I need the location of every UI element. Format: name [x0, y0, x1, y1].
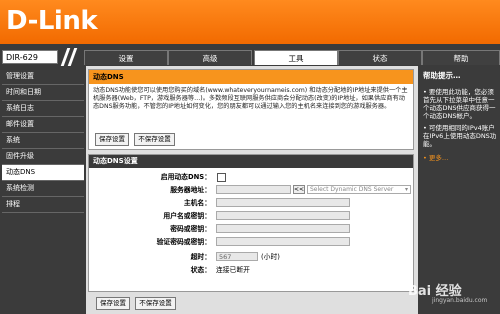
status-label: 状态： [190, 266, 211, 274]
server-address-label: 服务器地址： [170, 186, 211, 194]
sidebar-item-firmware[interactable]: 固件升级 [2, 149, 84, 165]
timeout-input[interactable]: 567 [216, 252, 258, 261]
username-input[interactable] [216, 211, 350, 220]
sidebar-item-syslog[interactable]: 系统日志 [2, 101, 84, 117]
help-title: 帮助提示… [423, 71, 461, 80]
timeout-unit: (小时) [261, 253, 280, 261]
status-value: 连接已断开 [216, 266, 250, 274]
username-label: 用户名或密钥： [163, 212, 211, 220]
tab-advanced[interactable]: 高级 [168, 50, 252, 65]
sidebar-item-time[interactable]: 时间和日期 [2, 85, 84, 101]
tab-setup[interactable]: 设置 [84, 50, 168, 65]
dlink-logo: D-Link [6, 6, 98, 36]
header-bar: D-Link [0, 0, 500, 44]
help-panel: 帮助提示… • 要使用此功能，您必须首先从下拉菜单中任意一个动态DNS供应商获得… [420, 66, 500, 314]
sidebar-item-email[interactable]: 邮件设置 [2, 117, 84, 133]
bottom-save-settings-button[interactable]: 保存设置 [96, 297, 130, 310]
verify-password-input[interactable] [216, 237, 350, 246]
chevron-down-icon: ▾ [404, 186, 408, 193]
server-address-input[interactable] [216, 185, 291, 194]
tab-status[interactable]: 状态 [338, 50, 422, 65]
model-name: DIR-629 [2, 50, 58, 64]
main-panel: 动态DNS 动态DNS功能使您可以使用您购买的域名(www.whateveryo… [86, 66, 418, 314]
baidu-watermark-url: jingyan.baidu.com [432, 297, 488, 304]
save-settings-button[interactable]: 保存设置 [95, 133, 129, 146]
host-name-input[interactable] [216, 198, 350, 207]
section-description: 动态DNS功能使您可以使用您购买的域名(www.whateveryourname… [93, 87, 408, 110]
sidebar-item-system[interactable]: 系统 [2, 133, 84, 149]
bottom-dont-save-button[interactable]: 不保存设置 [135, 297, 176, 310]
help-tip-2: • 可使用相同的IPv4账户在IPv6上使用动态DNS功能。 [423, 124, 497, 148]
sidebar: 管理设置 时间和日期 系统日志 邮件设置 系统 固件升级 动态DNS 系统检测 … [2, 69, 84, 213]
timeout-label: 超时： [190, 253, 211, 261]
ddns-settings-section: 动态DNS设置 启用动态DNS： 服务器地址： << Select Dynami… [88, 154, 414, 292]
tab-help[interactable]: 帮助 [422, 50, 500, 65]
settings-title: 动态DNS设置 [89, 155, 413, 168]
tab-tools[interactable]: 工具 [254, 50, 338, 65]
enable-ddns-checkbox[interactable] [217, 173, 226, 182]
password-input[interactable] [216, 224, 350, 233]
copy-server-button[interactable]: << [293, 185, 305, 194]
host-name-label: 主机名： [183, 199, 211, 207]
ddns-intro-section: 动态DNS 动态DNS功能使您可以使用您购买的域名(www.whateveryo… [88, 69, 414, 150]
password-label: 密码或密钥： [170, 225, 211, 233]
section-title: 动态DNS [89, 70, 413, 84]
divider-slashes-icon [60, 48, 82, 66]
verify-password-label: 验证密码或密钥： [156, 238, 211, 246]
ddns-server-select[interactable]: Select Dynamic DNS Server ▾ [307, 185, 411, 194]
sidebar-item-schedule[interactable]: 排程 [2, 197, 84, 213]
sidebar-item-ddns[interactable]: 动态DNS [2, 165, 84, 181]
help-more-link[interactable]: • 更多… [420, 152, 500, 162]
enable-ddns-label: 启用动态DNS： [160, 173, 211, 181]
ddns-server-select-value: Select Dynamic DNS Server [310, 186, 394, 193]
dont-save-button[interactable]: 不保存设置 [134, 133, 175, 146]
sidebar-item-syscheck[interactable]: 系统检测 [2, 181, 84, 197]
help-tip-1: • 要使用此功能，您必须首先从下拉菜单中任意一个动态DNS供应商获得一个动态DN… [423, 88, 496, 120]
sidebar-item-admin[interactable]: 管理设置 [2, 69, 84, 85]
